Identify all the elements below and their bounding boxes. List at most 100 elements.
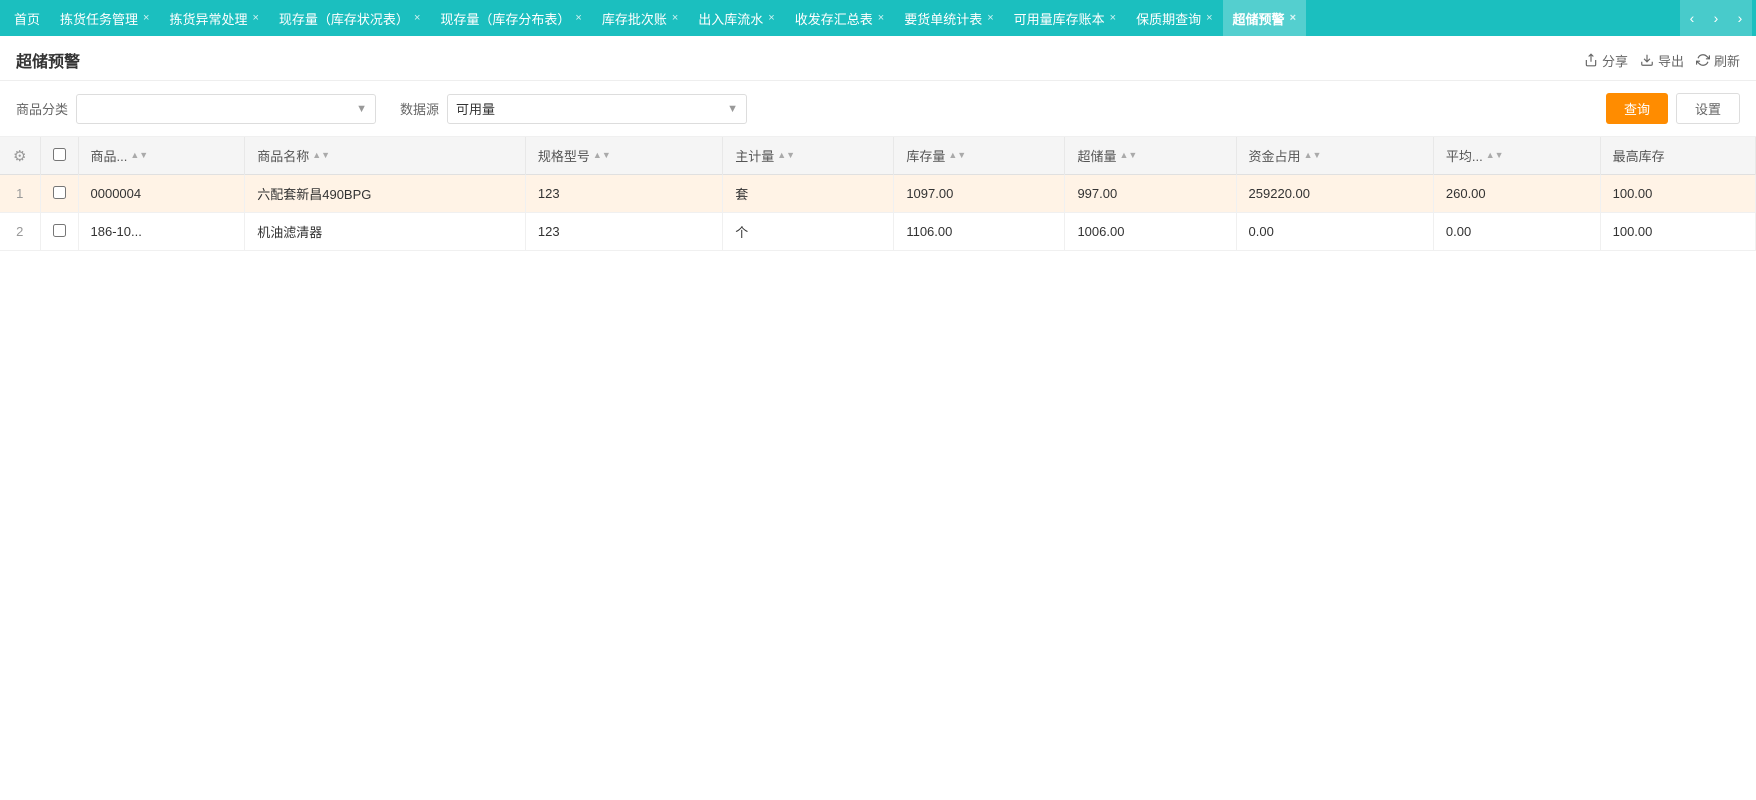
- row-overstock: 997.00: [1065, 175, 1236, 213]
- datasource-label: 数据源: [400, 99, 439, 118]
- chevron-down-icon: ▼: [356, 103, 367, 115]
- nav-inventory-dist[interactable]: 现存量（库存分布表） ×: [430, 0, 591, 36]
- row-avg: 260.00: [1433, 175, 1600, 213]
- close-icon[interactable]: ×: [1206, 12, 1212, 24]
- row-unit: 套: [723, 175, 894, 213]
- close-icon[interactable]: ×: [768, 12, 774, 24]
- select-all-checkbox[interactable]: [53, 148, 66, 161]
- query-button[interactable]: 查询: [1606, 93, 1668, 124]
- nav-task-mgmt[interactable]: 拣货任务管理 ×: [50, 0, 159, 36]
- category-label: 商品分类: [16, 99, 68, 118]
- col-unit-header[interactable]: 主计量 ▲▼: [723, 137, 894, 175]
- sort-icon: ▲▼: [593, 151, 611, 160]
- nav-prev-button[interactable]: ‹: [1680, 0, 1704, 36]
- row-avg: 0.00: [1433, 213, 1600, 251]
- close-icon[interactable]: ×: [252, 12, 258, 24]
- sort-icon: ▲▼: [130, 151, 148, 160]
- sort-icon: ▲▼: [1486, 151, 1504, 160]
- row-checkbox-cell: [40, 175, 78, 213]
- row-spec: 123: [525, 213, 722, 251]
- row-code: 0000004: [78, 175, 245, 213]
- nav-batch-account[interactable]: 库存批次账 ×: [592, 0, 688, 36]
- close-icon[interactable]: ×: [987, 12, 993, 24]
- export-button[interactable]: 导出: [1640, 51, 1684, 70]
- nav-avail-account[interactable]: 可用量库存账本 ×: [1004, 0, 1126, 36]
- refresh-button[interactable]: 刷新: [1696, 51, 1740, 70]
- col-stock-header[interactable]: 库存量 ▲▼: [894, 137, 1065, 175]
- close-icon[interactable]: ×: [878, 12, 884, 24]
- row-name: 机油滤清器: [245, 213, 526, 251]
- nav-expiry[interactable]: 保质期查询 ×: [1126, 0, 1222, 36]
- row-checkbox[interactable]: [53, 186, 66, 199]
- sort-icon: ▲▼: [948, 151, 966, 160]
- settings-button[interactable]: 设置: [1676, 93, 1740, 124]
- header-actions: 分享 导出 刷新: [1584, 51, 1740, 70]
- table-body: 1 0000004 六配套新昌490BPG 123 套 1097.00 997.…: [0, 175, 1756, 251]
- share-icon: [1584, 53, 1598, 67]
- top-nav: 首页 拣货任务管理 × 拣货异常处理 × 现存量（库存状况表） × 现存量（库存…: [0, 0, 1756, 36]
- page-header: 超储预警 分享 导出 刷新: [0, 36, 1756, 81]
- col-code-header[interactable]: 商品... ▲▼: [78, 137, 245, 175]
- row-capital: 0.00: [1236, 213, 1433, 251]
- row-index: 2: [0, 213, 40, 251]
- sort-icon: ▲▼: [777, 151, 795, 160]
- nav-more-button[interactable]: ›: [1728, 0, 1752, 36]
- gear-icon[interactable]: ⚙: [13, 148, 26, 165]
- table-container: ⚙ 商品... ▲▼ 商品名称 ▲▼: [0, 137, 1756, 251]
- datasource-select[interactable]: 可用量 ▼: [447, 94, 747, 124]
- row-spec: 123: [525, 175, 722, 213]
- nav-recv-summary[interactable]: 收发存汇总表 ×: [785, 0, 894, 36]
- nav-inventory-status[interactable]: 现存量（库存状况表） ×: [269, 0, 430, 36]
- page-title: 超储预警: [16, 48, 80, 72]
- col-check: [40, 137, 78, 175]
- row-maxstock: 100.00: [1600, 175, 1755, 213]
- nav-next-button[interactable]: ›: [1704, 0, 1728, 36]
- col-maxstock-header[interactable]: 最高库存: [1600, 137, 1755, 175]
- col-gear: ⚙: [0, 137, 40, 175]
- data-table: ⚙ 商品... ▲▼ 商品名称 ▲▼: [0, 137, 1756, 251]
- nav-arrows: ‹ › ›: [1680, 0, 1752, 36]
- col-avg-header[interactable]: 平均... ▲▼: [1433, 137, 1600, 175]
- close-icon[interactable]: ×: [1290, 12, 1296, 24]
- datasource-filter-group: 数据源 可用量 ▼: [400, 94, 747, 124]
- row-code: 186-10...: [78, 213, 245, 251]
- row-stock: 1097.00: [894, 175, 1065, 213]
- row-maxstock: 100.00: [1600, 213, 1755, 251]
- filter-actions: 查询 设置: [1606, 93, 1740, 124]
- nav-overstock[interactable]: 超储预警 ×: [1223, 0, 1306, 36]
- datasource-value: 可用量: [456, 99, 495, 118]
- close-icon[interactable]: ×: [143, 12, 149, 24]
- row-overstock: 1006.00: [1065, 213, 1236, 251]
- nav-abnormal[interactable]: 拣货异常处理 ×: [159, 0, 268, 36]
- category-select[interactable]: ▼: [76, 94, 376, 124]
- col-name-header[interactable]: 商品名称 ▲▼: [245, 137, 526, 175]
- sort-icon: ▲▼: [312, 151, 330, 160]
- col-capital-header[interactable]: 资金占用 ▲▼: [1236, 137, 1433, 175]
- row-stock: 1106.00: [894, 213, 1065, 251]
- sort-icon: ▲▼: [1119, 151, 1137, 160]
- row-checkbox[interactable]: [53, 224, 66, 237]
- col-spec-header[interactable]: 规格型号 ▲▼: [525, 137, 722, 175]
- close-icon[interactable]: ×: [1110, 12, 1116, 24]
- table-row: 1 0000004 六配套新昌490BPG 123 套 1097.00 997.…: [0, 175, 1756, 213]
- nav-inout-flow[interactable]: 出入库流水 ×: [688, 0, 784, 36]
- refresh-icon: [1696, 53, 1710, 67]
- export-icon: [1640, 53, 1654, 67]
- table-header-row: ⚙ 商品... ▲▼ 商品名称 ▲▼: [0, 137, 1756, 175]
- chevron-down-icon: ▼: [727, 103, 738, 115]
- filter-area: 商品分类 ▼ 数据源 可用量 ▼ 查询 设置: [0, 81, 1756, 137]
- category-filter-group: 商品分类 ▼: [16, 94, 376, 124]
- col-overstock-header[interactable]: 超储量 ▲▼: [1065, 137, 1236, 175]
- nav-order-stats[interactable]: 要货单统计表 ×: [894, 0, 1003, 36]
- close-icon[interactable]: ×: [672, 12, 678, 24]
- row-checkbox-cell: [40, 213, 78, 251]
- row-index: 1: [0, 175, 40, 213]
- share-button[interactable]: 分享: [1584, 51, 1628, 70]
- nav-home[interactable]: 首页: [4, 0, 50, 36]
- row-unit: 个: [723, 213, 894, 251]
- row-capital: 259220.00: [1236, 175, 1433, 213]
- close-icon[interactable]: ×: [575, 12, 581, 24]
- close-icon[interactable]: ×: [414, 12, 420, 24]
- table-row: 2 186-10... 机油滤清器 123 个 1106.00 1006.00 …: [0, 213, 1756, 251]
- row-name: 六配套新昌490BPG: [245, 175, 526, 213]
